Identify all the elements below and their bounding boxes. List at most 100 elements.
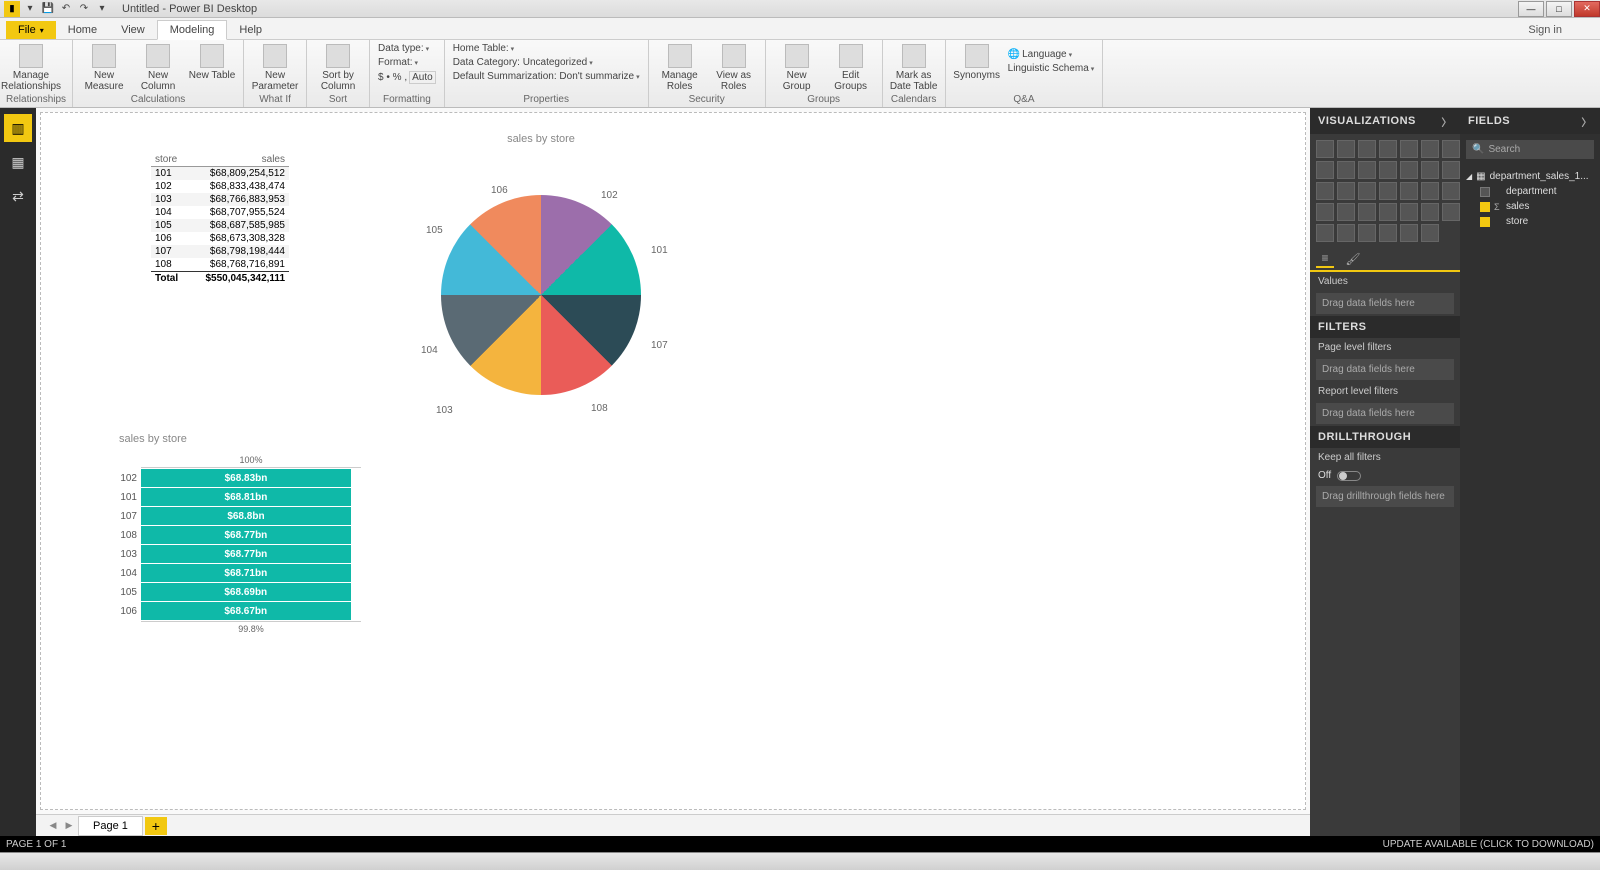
new-column-button[interactable]: New Column [133,42,183,92]
undo-icon[interactable]: ↶ [58,1,74,17]
qat-dd-icon[interactable]: ▾ [94,1,110,17]
report-canvas[interactable]: store sales 101$68,809,254,512102$68,833… [40,112,1306,810]
view-as-roles-button[interactable]: View as Roles [709,42,759,92]
keep-filters-toggle[interactable] [1337,471,1361,481]
viz-type-icon[interactable] [1400,224,1418,242]
table-row[interactable]: 107$68,798,198,444 [151,245,289,258]
viz-type-icon[interactable] [1358,161,1376,179]
viz-type-icon[interactable] [1421,140,1439,158]
sign-in-link[interactable]: Sign in [1520,21,1570,39]
viz-type-icon[interactable] [1421,224,1439,242]
viz-type-icon[interactable] [1379,140,1397,158]
page-filters-dropzone[interactable]: Drag data fields here [1316,359,1454,380]
format-currency-row[interactable]: $ • % , Auto [376,70,438,85]
pie-chart[interactable] [441,195,641,395]
field-store[interactable]: store [1466,214,1594,229]
table-row[interactable]: 106$68,673,308,328 [151,232,289,245]
viz-type-icon[interactable] [1379,182,1397,200]
viz-type-icon[interactable] [1337,161,1355,179]
file-qat-dd[interactable]: ▾ [22,1,38,17]
bar-row[interactable]: 101$68.81bn [111,488,391,506]
viz-type-icon[interactable] [1379,161,1397,179]
viz-type-icon[interactable] [1442,182,1460,200]
viz-type-icon[interactable] [1337,140,1355,158]
data-type-dropdown[interactable]: Data type:▾ [376,42,438,55]
viz-type-icon[interactable] [1442,203,1460,221]
table-header-store[interactable]: store [151,153,189,166]
viz-type-icon[interactable] [1421,203,1439,221]
viz-type-icon[interactable] [1337,203,1355,221]
new-measure-button[interactable]: New Measure [79,42,129,92]
viz-type-icon[interactable] [1316,182,1334,200]
default-summarization-dropdown[interactable]: Default Summarization: Don't summarize▾ [451,70,642,83]
bar-row[interactable]: 106$68.67bn [111,602,391,620]
field-sales[interactable]: Σsales [1466,199,1594,214]
new-table-button[interactable]: New Table [187,42,237,81]
bar-row[interactable]: 103$68.77bn [111,545,391,563]
tab-modeling[interactable]: Modeling [157,20,228,40]
tab-view[interactable]: View [109,21,157,39]
viz-type-icon[interactable] [1400,203,1418,221]
viz-type-icon[interactable] [1379,224,1397,242]
new-group-button[interactable]: New Group [772,42,822,92]
new-parameter-button[interactable]: New Parameter [250,42,300,92]
table-header-sales[interactable]: sales [189,153,289,166]
save-icon[interactable]: 💾 [40,1,56,17]
bar-row[interactable]: 104$68.71bn [111,564,391,582]
manage-relationships-button[interactable]: Manage Relationships [6,42,56,92]
drillthrough-dropzone[interactable]: Drag drillthrough fields here [1316,486,1454,507]
data-category-dropdown[interactable]: Data Category: Uncategorized▾ [451,56,642,69]
viz-type-icon[interactable] [1337,224,1355,242]
status-update-link[interactable]: UPDATE AVAILABLE (CLICK TO DOWNLOAD) [1383,839,1594,850]
viz-type-icon[interactable] [1442,140,1460,158]
manage-roles-button[interactable]: Manage Roles [655,42,705,92]
tab-home[interactable]: Home [56,21,109,39]
collapse-viz-icon[interactable]: 〉 [1442,114,1453,129]
viz-type-icon[interactable] [1400,140,1418,158]
table-row[interactable]: 102$68,833,438,474 [151,180,289,193]
mark-as-date-button[interactable]: Mark as Date Table [889,42,939,92]
linguistic-schema-dropdown[interactable]: Linguistic Schema ▾ [1006,62,1097,75]
data-view-button[interactable]: ▦ [4,148,32,176]
bar-row[interactable]: 107$68.8bn [111,507,391,525]
viz-type-icon[interactable] [1316,203,1334,221]
viz-type-icon[interactable] [1358,182,1376,200]
viz-type-icon[interactable] [1442,161,1460,179]
field-department[interactable]: department [1466,184,1594,199]
viz-type-icon[interactable] [1421,182,1439,200]
viz-type-icon[interactable] [1358,203,1376,221]
viz-type-icon[interactable] [1316,161,1334,179]
redo-icon[interactable]: ↷ [76,1,92,17]
bar-row[interactable]: 102$68.83bn [111,469,391,487]
table-row[interactable]: 101$68,809,254,512 [151,167,289,180]
close-button[interactable]: ✕ [1574,1,1600,17]
language-dropdown[interactable]: 🌐 Language ▾ [1006,48,1097,61]
table-visual[interactable]: store sales 101$68,809,254,512102$68,833… [151,153,289,285]
sort-by-column-button[interactable]: Sort by Column [313,42,363,92]
viz-type-icon[interactable] [1358,140,1376,158]
field-table-header[interactable]: ◢▦department_sales_1... [1466,169,1594,184]
table-row[interactable]: 104$68,707,955,524 [151,206,289,219]
page-prev-button[interactable]: ◀ [46,819,60,833]
table-row[interactable]: 108$68,768,716,891 [151,258,289,271]
maximize-button[interactable]: □ [1546,1,1572,17]
minimize-button[interactable]: — [1518,1,1544,17]
viz-type-icon[interactable] [1379,203,1397,221]
model-view-button[interactable]: ⇄ [4,182,32,210]
edit-groups-button[interactable]: Edit Groups [826,42,876,92]
tab-help[interactable]: Help [227,21,274,39]
bar-row[interactable]: 108$68.77bn [111,526,391,544]
table-row[interactable]: 105$68,687,585,985 [151,219,289,232]
format-tab-button[interactable]: 🖌 [1344,250,1362,268]
viz-type-icon[interactable] [1400,182,1418,200]
fields-search[interactable]: 🔍Search [1466,140,1594,159]
viz-type-icon[interactable] [1316,224,1334,242]
viz-type-icon[interactable] [1358,224,1376,242]
format-dropdown[interactable]: Format:▾ [376,56,438,69]
viz-type-icon[interactable] [1316,140,1334,158]
viz-type-icon[interactable] [1421,161,1439,179]
collapse-fields-icon[interactable]: 〉 [1582,114,1593,129]
page-tab-1[interactable]: Page 1 [78,816,143,836]
values-dropzone[interactable]: Drag data fields here [1316,293,1454,314]
table-row[interactable]: 103$68,766,883,953 [151,193,289,206]
